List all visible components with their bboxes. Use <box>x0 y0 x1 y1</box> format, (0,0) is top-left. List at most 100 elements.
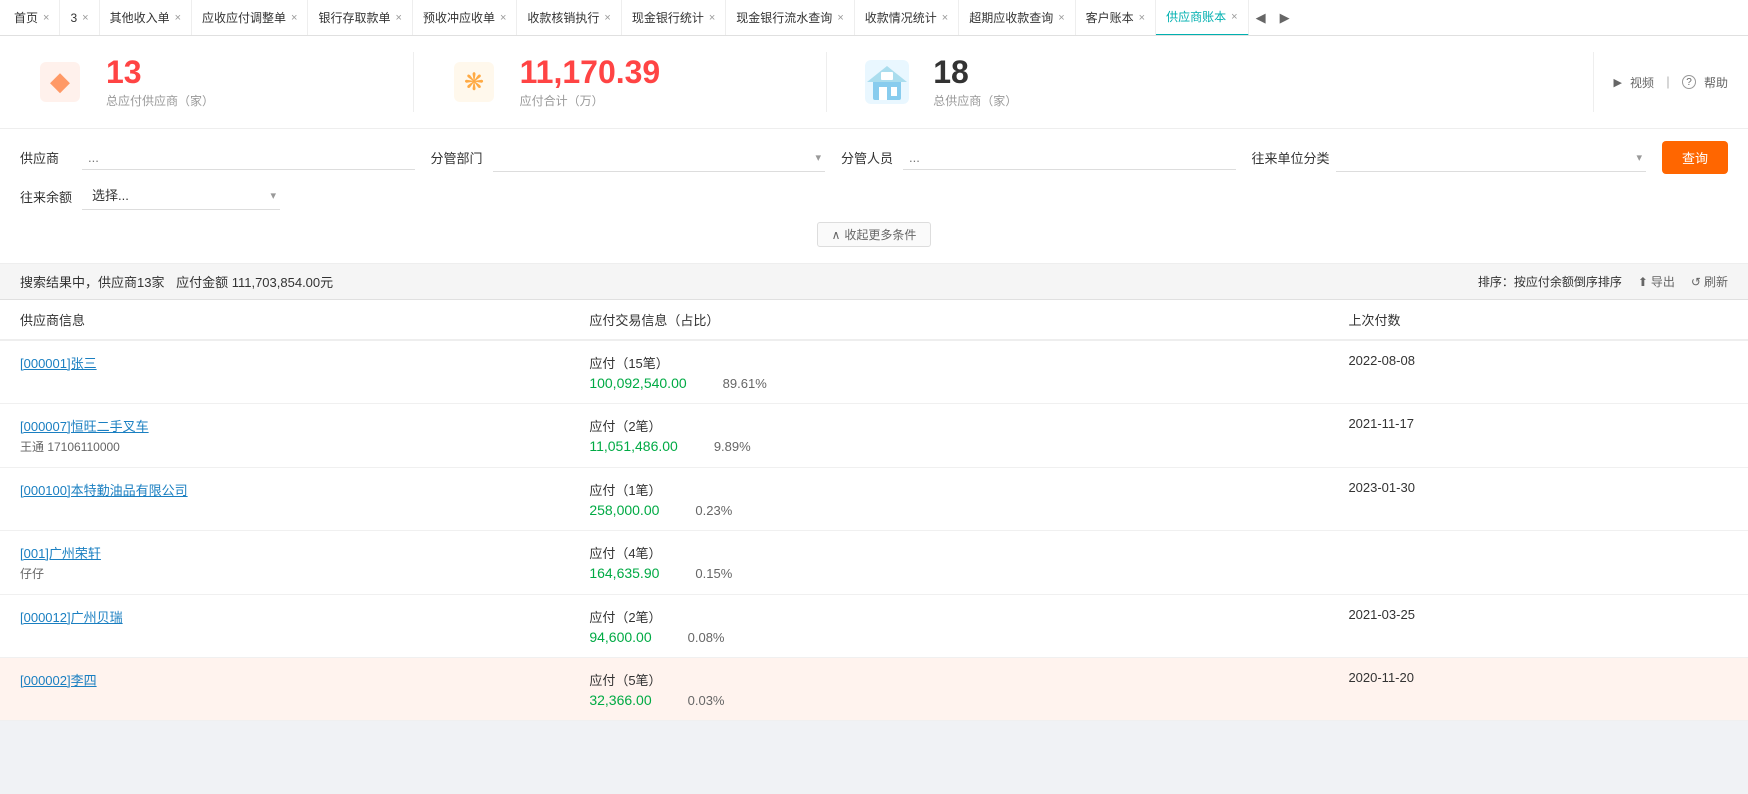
nav-tab-overdue[interactable]: 超期应收款查询 × <box>959 0 1075 36</box>
nav-tab-supplier-book[interactable]: 供应商账本 × <box>1156 0 1248 36</box>
trans-percent: 9.89% <box>714 439 751 454</box>
nav-tab-bank[interactable]: 银行存取款单 × <box>308 0 412 36</box>
trans-percent: 0.08% <box>688 630 725 645</box>
table-header: 供应商信息 应付交易信息（占比） 上次付数 <box>0 300 1748 341</box>
close-icon[interactable]: × <box>43 12 49 24</box>
diamond-icon: ◆ <box>30 52 90 112</box>
filter-area: 供应商 分管部门 ▾ 分管人员 往来单位分类 ▾ 查询 <box>0 129 1748 264</box>
chevron-up-icon: ∧ <box>832 228 841 242</box>
filter-row-2: 往来余额 选择... ▾ <box>20 182 1728 210</box>
sort-label[interactable]: 排序：按应付余额倒序排序 <box>1478 273 1622 290</box>
trans-label: 应付（15笔） <box>589 353 1348 372</box>
last-pay-date: 2020-11-20 <box>1348 670 1414 685</box>
close-icon[interactable]: × <box>291 12 297 24</box>
help-link[interactable]: 帮助 <box>1704 74 1728 91</box>
supplier-sub: 仔仔 <box>20 565 589 582</box>
close-icon[interactable]: × <box>709 12 715 24</box>
video-link[interactable]: 视频 <box>1630 74 1654 91</box>
nav-tab-adjust[interactable]: 应收应付调整单 × <box>192 0 308 36</box>
close-icon[interactable]: × <box>500 12 506 24</box>
total-suppliers-number: 18 <box>933 56 1017 88</box>
table-row: [000002]李四 应付（5笔） 32,366.00 0.03% 2020-1… <box>0 658 1748 721</box>
balance-select[interactable]: 选择... <box>86 184 270 207</box>
close-icon[interactable]: × <box>837 12 843 24</box>
top-nav: 首页 × 3 × 其他收入单 × 应收应付调整单 × 银行存取款单 × 预收冲应… <box>0 0 1748 36</box>
header-supplier: 供应商信息 <box>20 310 589 329</box>
supplier-link[interactable]: [000007]恒旺二手叉车 <box>20 416 589 435</box>
payable-suppliers-number: 13 <box>106 56 214 88</box>
header-transaction: 应付交易信息（占比） <box>589 310 1348 329</box>
trans-label: 应付（5笔） <box>589 670 1348 689</box>
close-icon[interactable]: × <box>1058 12 1064 24</box>
video-icon: ▶ <box>1614 76 1622 89</box>
trans-amount: 11,051,486.00 <box>589 438 678 454</box>
supplier-link[interactable]: [000100]本特勤油品有限公司 <box>20 480 589 499</box>
chevron-down-icon: ▾ <box>1636 151 1642 164</box>
balance-select-wrapper: 选择... ▾ <box>82 182 280 210</box>
table-row: [000100]本特勤油品有限公司 应付（1笔） 258,000.00 0.23… <box>0 468 1748 531</box>
close-icon[interactable]: × <box>175 12 181 24</box>
summary-bar: ◆ 13 总应付供应商（家） ❋ 11,170.39 应付合计（万） <box>0 36 1748 129</box>
nav-tab-other-income[interactable]: 其他收入单 × <box>100 0 192 36</box>
trans-amount: 32,366.00 <box>589 692 651 708</box>
total-suppliers-label: 总供应商（家） <box>933 92 1017 109</box>
close-icon[interactable]: × <box>942 12 948 24</box>
supplier-input[interactable] <box>82 146 415 170</box>
trans-label: 应付（2笔） <box>589 416 1348 435</box>
nav-prev-arrow[interactable]: ◀ <box>1249 0 1273 36</box>
nav-tab-collection[interactable]: 收款核销执行 × <box>517 0 621 36</box>
filter-unit-type: 往来单位分类 ▾ <box>1252 144 1647 172</box>
close-icon[interactable]: × <box>1139 12 1145 24</box>
trans-label: 应付（1笔） <box>589 480 1348 499</box>
person-label: 分管人员 <box>841 148 897 167</box>
chevron-down-icon: ▾ <box>815 151 821 164</box>
filter-dept: 分管部门 ▾ <box>431 144 826 172</box>
table-row: [000001]张三 应付（15笔） 100,092,540.00 89.61%… <box>0 341 1748 404</box>
summary-item-payable-suppliers: ◆ 13 总应付供应商（家） <box>20 52 414 112</box>
filter-balance: 往来余额 选择... ▾ <box>20 182 280 210</box>
collapse-button[interactable]: ∧ 收起更多条件 <box>817 222 932 247</box>
close-icon[interactable]: × <box>1231 11 1237 23</box>
dept-select-wrapper: ▾ <box>493 144 826 172</box>
trans-amount: 164,635.90 <box>589 565 659 581</box>
trans-percent: 0.23% <box>695 503 732 518</box>
nav-tab-cashflow[interactable]: 现金银行流水查询 × <box>726 0 854 36</box>
dept-label: 分管部门 <box>431 148 487 167</box>
nav-tab-customer-book[interactable]: 客户账本 × <box>1076 0 1156 36</box>
close-icon[interactable]: × <box>82 12 88 24</box>
table-row: [000012]广州贝瑞 应付（2笔） 94,600.00 0.08% 2021… <box>0 595 1748 658</box>
nav-tab-cash-stat[interactable]: 现金银行统计 × <box>622 0 726 36</box>
person-input[interactable] <box>903 146 1236 170</box>
unit-select[interactable] <box>1340 146 1637 169</box>
data-table: 供应商信息 应付交易信息（占比） 上次付数 [000001]张三 应付（15笔）… <box>0 300 1748 721</box>
close-icon[interactable]: × <box>604 12 610 24</box>
trans-amount: 94,600.00 <box>589 629 651 645</box>
payable-total-number: 11,170.39 <box>520 56 661 88</box>
nav-tab-home[interactable]: 首页 × <box>4 0 60 36</box>
results-summary: 搜索结果中，供应商13家 应付金额 111,703,854.00元 <box>20 272 333 291</box>
trans-percent: 89.61% <box>723 376 767 391</box>
export-button[interactable]: ⬆ 导出 <box>1638 273 1675 290</box>
query-button[interactable]: 查询 <box>1662 141 1728 174</box>
nav-tab-3[interactable]: 3 × <box>60 0 99 36</box>
filter-row-1: 供应商 分管部门 ▾ 分管人员 往来单位分类 ▾ 查询 <box>20 141 1728 174</box>
nav-tab-collect-stat[interactable]: 收款情况统计 × <box>855 0 959 36</box>
supplier-label: 供应商 <box>20 148 76 167</box>
supplier-link[interactable]: [000001]张三 <box>20 353 589 372</box>
supplier-link[interactable]: [000012]广州贝瑞 <box>20 607 589 626</box>
refresh-button[interactable]: ↺ 刷新 <box>1691 273 1728 290</box>
dept-select[interactable] <box>497 146 816 169</box>
close-icon[interactable]: × <box>396 12 402 24</box>
nav-next-arrow[interactable]: ▶ <box>1273 0 1297 36</box>
summary-item-payable-total: ❋ 11,170.39 应付合计（万） <box>414 52 828 112</box>
results-actions: 排序：按应付余额倒序排序 ⬆ 导出 ↺ 刷新 <box>1478 273 1728 290</box>
supplier-link[interactable]: [001]广州荣轩 <box>20 543 589 562</box>
help-icon: ? <box>1682 75 1696 89</box>
nav-tab-prepay[interactable]: 预收冲应收单 × <box>413 0 517 36</box>
filter-supplier: 供应商 <box>20 146 415 170</box>
payable-suppliers-label: 总应付供应商（家） <box>106 92 214 109</box>
results-bar: 搜索结果中，供应商13家 应付金额 111,703,854.00元 排序：按应付… <box>0 264 1748 300</box>
grain-icon: ❋ <box>444 52 504 112</box>
balance-label: 往来余额 <box>20 187 76 206</box>
supplier-link[interactable]: [000002]李四 <box>20 670 589 689</box>
